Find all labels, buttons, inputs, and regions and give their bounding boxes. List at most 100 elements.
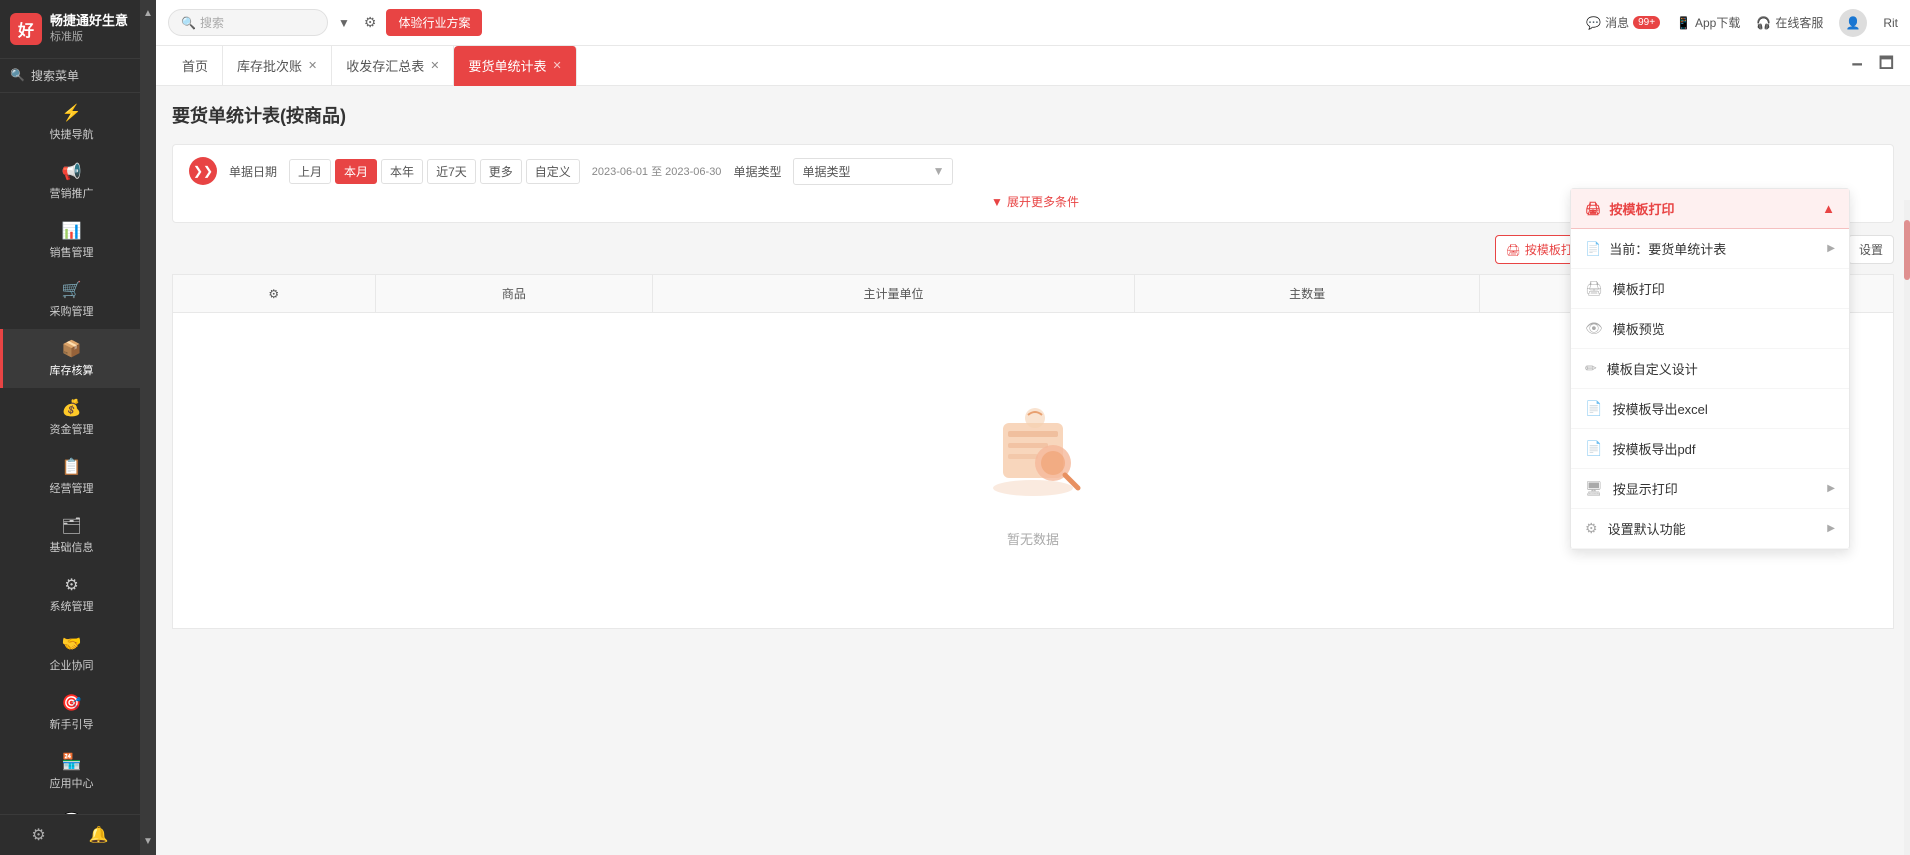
- sidebar-item-label: 营销推广: [50, 185, 94, 201]
- message-button[interactable]: 💬 消息 99+: [1586, 14, 1660, 31]
- print-dropdown-item-template-design[interactable]: ✏ 模板自定义设计: [1571, 349, 1849, 389]
- sidebar-item-quick-nav[interactable]: ⚡ 快捷导航: [0, 93, 140, 152]
- date-btn-custom[interactable]: 自定义: [526, 159, 580, 184]
- tab-maximize-button[interactable]: 🗖: [1875, 48, 1898, 83]
- filter-toggle-btn[interactable]: ❯❯: [189, 157, 217, 185]
- sidebar-item-finance[interactable]: 💰 资金管理: [0, 388, 140, 447]
- empty-icon: [973, 393, 1093, 513]
- trial-industry-button[interactable]: 体验行业方案: [386, 9, 482, 36]
- print-dropdown-item-template-preview[interactable]: 👁 模板预览: [1571, 309, 1849, 349]
- print-dropdown-header-left: 🖨 按模板打印: [1585, 199, 1675, 218]
- topbar-dropdown-arrow[interactable]: ▼: [338, 16, 350, 30]
- current-template-icon: 📄: [1585, 241, 1601, 257]
- tab-batch-account[interactable]: 库存批次账 ✕: [223, 46, 332, 86]
- sidebar-item-basics[interactable]: 🗂 基础信息: [0, 506, 140, 565]
- brand-name: 畅捷通好生意: [50, 12, 128, 30]
- topbar-search-placeholder: 搜索: [200, 14, 224, 31]
- sidebar-item-newbie[interactable]: 🎯 新手引导: [0, 683, 140, 742]
- sidebar-item-marketing[interactable]: 📢 营销推广: [0, 152, 140, 211]
- sidebar-item-label: 企业协同: [50, 657, 94, 673]
- tab-minimize-button[interactable]: 🗕: [1847, 48, 1866, 83]
- headset-icon: 🎧: [1756, 16, 1771, 30]
- tabs-bar-right: 🗕 🗖: [1847, 48, 1898, 83]
- message-icon: 💬: [1586, 16, 1601, 30]
- tab-order-stats-label: 要货单统计表: [468, 56, 546, 75]
- tab-order-stats-close[interactable]: ✕: [553, 59, 562, 72]
- current-template-item[interactable]: 📄 当前：要货单统计表 ▶: [1571, 229, 1849, 269]
- template-excel-label: 按模板导出excel: [1612, 399, 1707, 418]
- sidebar-item-system[interactable]: ⚙ 系统管理: [0, 565, 140, 624]
- date-btn-7days[interactable]: 近7天: [427, 159, 476, 184]
- col-gear[interactable]: ⚙: [173, 275, 376, 313]
- topbar-right: 💬 消息 99+ 📱 App下载 🎧 在线客服 👤 Rit: [1586, 9, 1898, 37]
- sidebar-item-sales[interactable]: 📊 销售管理: [0, 211, 140, 270]
- tab-collect-summary-label: 收发存汇总表: [346, 56, 424, 75]
- operations-icon: 📋: [62, 457, 82, 477]
- print-dropdown-header[interactable]: 🖨 按模板打印 ▲: [1571, 189, 1849, 229]
- sidebar: 好 畅捷通好生意 标准版 🔍 搜索菜单 ⚡ 快捷导航 📢 营销推广 📊 销售管理: [0, 0, 140, 855]
- date-options: 上月 本月 本年 近7天 更多 自定义: [289, 159, 580, 184]
- message-badge: 99+: [1633, 16, 1660, 29]
- inventory-icon: 📦: [62, 339, 82, 359]
- tab-collect-summary-close[interactable]: ✕: [430, 59, 439, 72]
- newbie-icon: 🎯: [62, 693, 82, 713]
- doc-type-select[interactable]: 单据类型 ▼: [793, 158, 953, 185]
- print-dropdown: 🖨 按模板打印 ▲ 📄 当前：要货单统计表 ▶ 🖨 模板打印 👁 模板: [1570, 188, 1850, 550]
- app-download-button[interactable]: 📱 App下载: [1676, 14, 1740, 31]
- tab-order-stats[interactable]: 要货单统计表 ✕: [454, 46, 576, 86]
- sidebar-item-inventory[interactable]: 📦 库存核算: [0, 329, 140, 388]
- page-title: 要货单统计表(按商品): [172, 102, 1894, 128]
- settings-bottom-icon[interactable]: ⚙: [31, 825, 45, 845]
- app-download-icon: 📱: [1676, 16, 1691, 30]
- default-func-chevron: ▶: [1827, 523, 1835, 534]
- default-func-icon: ⚙: [1585, 520, 1598, 537]
- print-dropdown-item-template-print[interactable]: 🖨 模板打印: [1571, 269, 1849, 309]
- sound-bottom-icon[interactable]: 🔔: [89, 825, 109, 845]
- sidebar-item-label: 基础信息: [50, 539, 94, 555]
- print-dropdown-item-template-pdf[interactable]: 📄 按模板导出pdf: [1571, 429, 1849, 469]
- print-dropdown-sub-display-print[interactable]: 🖥 按显示打印 ▶: [1571, 469, 1849, 509]
- quick-nav-icon: ⚡: [62, 103, 82, 123]
- settings-btn-label: 设置: [1859, 241, 1883, 258]
- sales-icon: 📊: [62, 221, 82, 241]
- tab-batch-account-close[interactable]: ✕: [308, 59, 317, 72]
- sidebar-logo: 好 畅捷通好生意 标准版: [0, 0, 140, 59]
- online-service-button[interactable]: 🎧 在线客服: [1756, 14, 1823, 31]
- scroll-up-arrow[interactable]: ▲: [139, 4, 157, 23]
- sidebar-item-appstore[interactable]: 🏪 应用中心: [0, 742, 140, 801]
- sidebar-item-wechat[interactable]: 💬 企业微信: [0, 801, 140, 814]
- date-btn-last-month[interactable]: 上月: [289, 159, 331, 184]
- sidebar-nav: ⚡ 快捷导航 📢 营销推广 📊 销售管理 🛒 采购管理 📦 库存核算 💰: [0, 93, 140, 814]
- col-gear-icon[interactable]: ⚙: [268, 287, 279, 301]
- sidebar-item-label: 新手引导: [50, 716, 94, 732]
- sidebar-search[interactable]: 🔍 搜索菜单: [0, 59, 140, 93]
- current-template-chevron: ▶: [1827, 243, 1835, 254]
- date-btn-this-year[interactable]: 本年: [381, 159, 423, 184]
- right-scrollbar[interactable]: [1904, 200, 1910, 855]
- print-dropdown-collapse-icon[interactable]: ▲: [1822, 201, 1835, 216]
- template-preview-label: 模板预览: [1613, 319, 1665, 338]
- scroll-down-arrow[interactable]: ▼: [139, 832, 157, 851]
- print-dropdown-sub-default-func[interactable]: ⚙ 设置默认功能 ▶: [1571, 509, 1849, 549]
- topbar-gear-icon[interactable]: ⚙: [364, 14, 377, 31]
- template-design-label: 模板自定义设计: [1607, 359, 1698, 378]
- sidebar-item-operations[interactable]: 📋 经营管理: [0, 447, 140, 506]
- template-preview-icon: 👁: [1585, 320, 1603, 337]
- tab-home[interactable]: 首页: [168, 46, 223, 86]
- tabs-bar: 首页 库存批次账 ✕ 收发存汇总表 ✕ 要货单统计表 ✕ 🗕 🗖: [156, 46, 1910, 86]
- print-dropdown-title: 按模板打印: [1610, 199, 1675, 218]
- print-header-icon: 🖨: [1585, 201, 1602, 217]
- sidebar-item-label: 销售管理: [50, 244, 94, 260]
- scrollbar-thumb[interactable]: [1904, 220, 1910, 280]
- sidebar-item-purchase[interactable]: 🛒 采购管理: [0, 270, 140, 329]
- message-label: 消息: [1605, 14, 1629, 31]
- topbar-search-box[interactable]: 🔍 搜索: [168, 9, 328, 36]
- settings-button[interactable]: 设置: [1848, 235, 1894, 264]
- date-btn-this-month[interactable]: 本月: [335, 159, 377, 184]
- avatar[interactable]: 👤: [1839, 9, 1867, 37]
- print-dropdown-item-template-excel[interactable]: 📄 按模板导出excel: [1571, 389, 1849, 429]
- sidebar-item-collab[interactable]: 🤝 企业协同: [0, 624, 140, 683]
- online-service-label: 在线客服: [1775, 14, 1823, 31]
- tab-collect-summary[interactable]: 收发存汇总表 ✕: [332, 46, 454, 86]
- date-btn-more[interactable]: 更多: [480, 159, 522, 184]
